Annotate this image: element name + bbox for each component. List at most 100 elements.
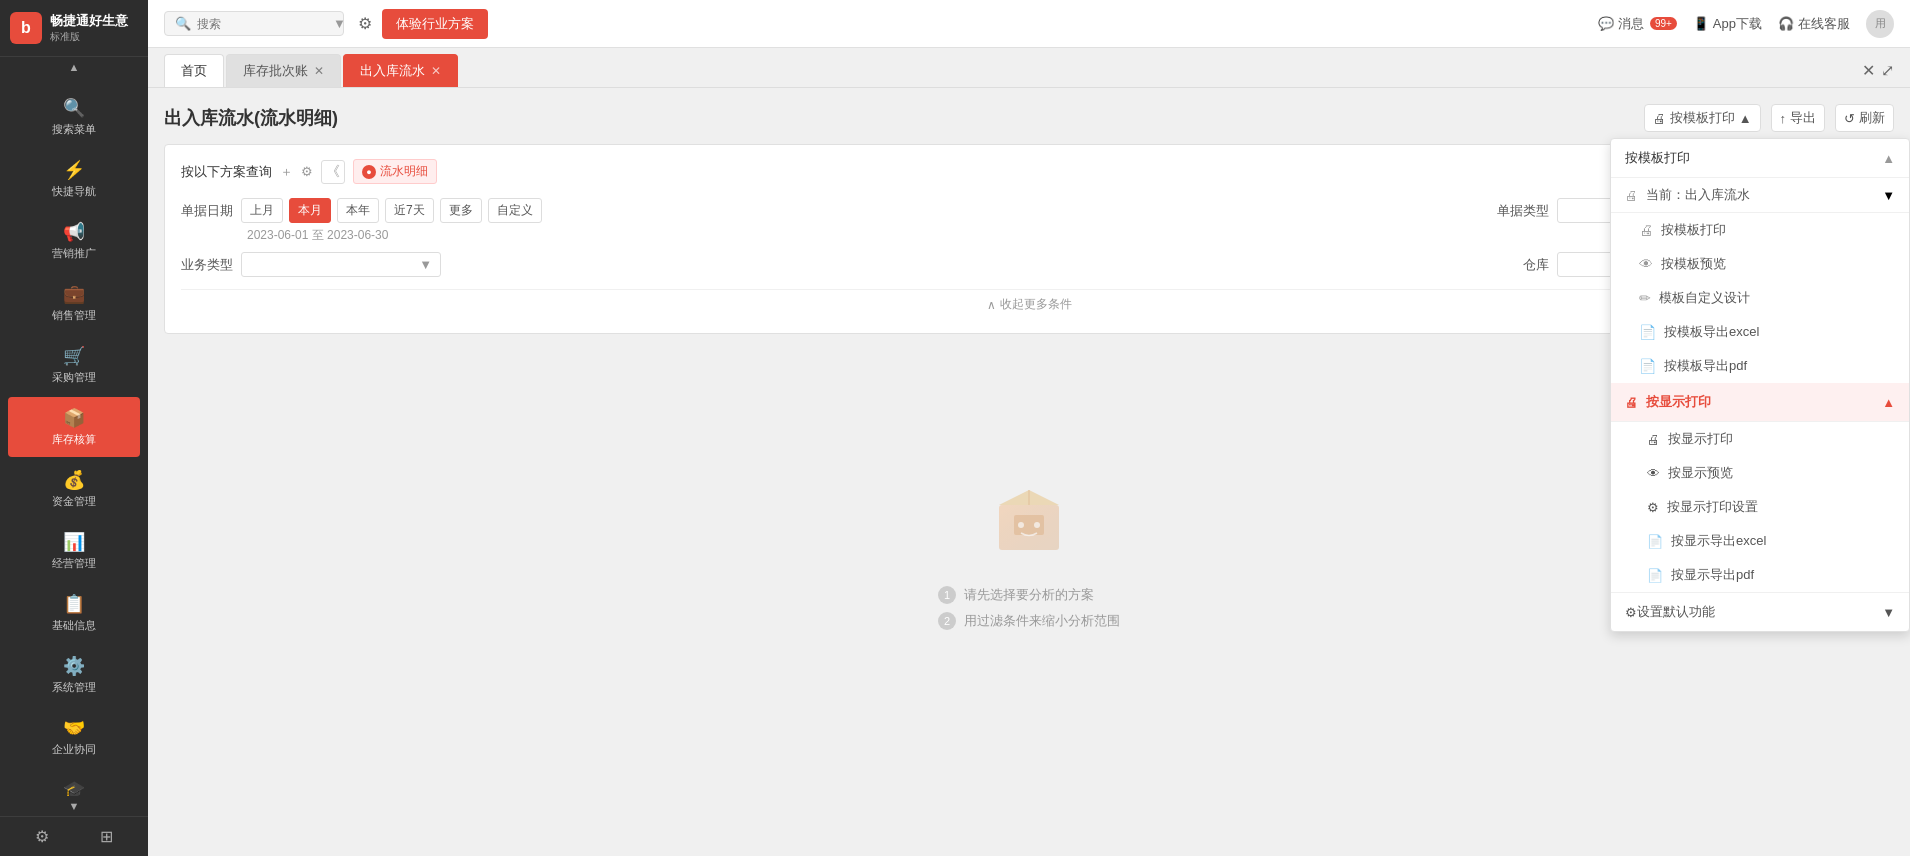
- sidebar-nav: 🔍 搜索菜单 ⚡ 快捷导航 📢 营销推广 💼 销售管理 🛒 采购管理 📦 库存核…: [0, 77, 148, 796]
- hint-num-1: 1: [938, 586, 956, 604]
- close-window-btn[interactable]: ✕: [1862, 61, 1875, 80]
- export-icon: ↑: [1780, 111, 1787, 126]
- brand-name: 畅捷通好生意: [50, 12, 128, 30]
- app-download-btn[interactable]: 📱 App下载: [1693, 15, 1762, 33]
- close-tab-inventory[interactable]: ✕: [314, 64, 324, 78]
- dropdown-arrow-icon: ▼: [333, 16, 346, 31]
- date-btn-thisyear[interactable]: 本年: [337, 198, 379, 223]
- printer-icon: 🖨: [1653, 111, 1666, 126]
- date-btn-7days[interactable]: 近7天: [385, 198, 434, 223]
- tmpl-print-icon: 🖨: [1639, 222, 1653, 238]
- dropdown-template-preview[interactable]: 👁 按模板预览: [1611, 247, 1909, 281]
- sidebar-item-finance[interactable]: 💰 资金管理: [8, 459, 140, 519]
- sidebar-item-guide[interactable]: 🎓 新手引导: [8, 769, 140, 796]
- system-icon: ⚙️: [63, 655, 85, 677]
- date-btn-more[interactable]: 更多: [440, 198, 482, 223]
- search-icon: 🔍: [175, 16, 191, 31]
- purchase-icon: 🛒: [63, 345, 85, 367]
- dropdown-template-excel[interactable]: 📄 按模板导出excel: [1611, 315, 1909, 349]
- date-field: 单据日期 上月 本月 本年 近7天 更多 自定义: [181, 198, 542, 223]
- tab-inout-flow[interactable]: 出入库流水 ✕: [343, 54, 458, 87]
- dropdown-display-section[interactable]: 🖨 按显示打印 ▲: [1611, 383, 1909, 422]
- sidebar-item-operations[interactable]: 📊 经营管理: [8, 521, 140, 581]
- industry-btn[interactable]: 体验行业方案: [382, 9, 488, 39]
- sidebar-item-basic[interactable]: 📋 基础信息: [8, 583, 140, 643]
- scroll-down-arrow[interactable]: ▼: [0, 796, 148, 816]
- dropdown-template-pdf[interactable]: 📄 按模板导出pdf: [1611, 349, 1909, 383]
- topbar-right: 💬 消息 99+ 📱 App下载 🎧 在线客服 用: [1598, 10, 1894, 38]
- maximize-btn[interactable]: ⤢: [1881, 61, 1894, 80]
- tab-inventory-batch[interactable]: 库存批次账 ✕: [226, 54, 341, 87]
- dropdown-display-excel[interactable]: 📄 按显示导出excel: [1611, 524, 1909, 558]
- dropdown-close-icon[interactable]: ▲: [1882, 151, 1895, 166]
- page-content: 出入库流水(流水明细) 🖨 按模板打印 ▲ ↑ 导出 ↺ 刷新: [148, 88, 1910, 856]
- biztype-select[interactable]: ▼: [241, 252, 441, 277]
- tmpl-design-icon: ✏: [1639, 290, 1651, 306]
- dropdown-footer[interactable]: ⚙ 设置默认功能 ▼: [1611, 592, 1909, 631]
- dropdown-display-preview[interactable]: 👁 按显示预览: [1611, 456, 1909, 490]
- date-options: 上月 本月 本年 近7天 更多 自定义: [241, 198, 542, 223]
- toggle-bottom-icon[interactable]: ⊞: [100, 827, 113, 846]
- collab-icon: 🤝: [63, 717, 85, 739]
- gear-icon[interactable]: ⚙: [358, 14, 372, 33]
- refresh-btn[interactable]: ↺ 刷新: [1835, 104, 1894, 132]
- phone-icon: 📱: [1693, 16, 1709, 31]
- search-panel-label: 按以下方案查询: [181, 163, 272, 181]
- tmpl-excel-icon: 📄: [1639, 324, 1656, 340]
- disp-print-icon: 🖨: [1647, 432, 1660, 447]
- dropdown-display-print[interactable]: 🖨 按显示打印: [1611, 422, 1909, 456]
- date-label: 单据日期: [181, 202, 233, 220]
- empty-hint-1: 1 请先选择要分析的方案: [938, 586, 1120, 604]
- user-avatar[interactable]: 用: [1866, 10, 1894, 38]
- biztype-label: 业务类型: [181, 256, 233, 274]
- search-nav-icon: 🔍: [63, 97, 85, 119]
- settings-bottom-icon[interactable]: ⚙: [35, 827, 49, 846]
- dropdown-template-print[interactable]: 🖨 按模板打印: [1611, 213, 1909, 247]
- date-btn-custom[interactable]: 自定义: [488, 198, 542, 223]
- sidebar-item-sales[interactable]: 💼 销售管理: [8, 273, 140, 333]
- scroll-up-arrow[interactable]: ▲: [0, 57, 148, 77]
- search-input[interactable]: [197, 17, 327, 31]
- collapse-panel-btn[interactable]: 《: [321, 160, 345, 184]
- sidebar-item-collab[interactable]: 🤝 企业协同: [8, 707, 140, 767]
- sidebar-item-search[interactable]: 🔍 搜索菜单: [8, 87, 140, 147]
- add-condition-btn[interactable]: ＋: [280, 163, 293, 181]
- sidebar-item-marketing[interactable]: 📢 营销推广: [8, 211, 140, 271]
- search-box[interactable]: 🔍 ▼: [164, 11, 344, 36]
- dropdown-display-settings[interactable]: ⚙ 按显示打印设置: [1611, 490, 1909, 524]
- tab-home[interactable]: 首页: [164, 54, 224, 87]
- template-print-btn[interactable]: 🖨 按模板打印 ▲: [1644, 104, 1761, 132]
- dropdown-current-item[interactable]: 🖨 当前：出入库流水 ▼: [1611, 178, 1909, 213]
- tabs-bar: 首页 库存批次账 ✕ 出入库流水 ✕ ✕ ⤢: [148, 48, 1910, 88]
- tmpl-pdf-icon: 📄: [1639, 358, 1656, 374]
- filter-tag-flowdetail[interactable]: ● 流水明细: [353, 159, 437, 184]
- guide-icon: 🎓: [63, 779, 85, 796]
- date-btn-thismonth[interactable]: 本月: [289, 198, 331, 223]
- export-btn[interactable]: ↑ 导出: [1771, 104, 1826, 132]
- dropdown-display-pdf[interactable]: 📄 按显示导出pdf: [1611, 558, 1909, 592]
- empty-hints: 1 请先选择要分析的方案 2 用过滤条件来缩小分析范围: [938, 586, 1120, 630]
- biztype-arrow-icon: ▼: [419, 257, 432, 272]
- settings-condition-btn[interactable]: ⚙: [301, 164, 313, 179]
- basic-icon: 📋: [63, 593, 85, 615]
- online-service-btn[interactable]: 🎧 在线客服: [1778, 15, 1850, 33]
- sidebar-item-system[interactable]: ⚙️ 系统管理: [8, 645, 140, 705]
- close-tab-flow[interactable]: ✕: [431, 64, 441, 78]
- disp-preview-icon: 👁: [1647, 466, 1660, 481]
- topbar: 🔍 ▼ ⚙ 体验行业方案 💬 消息 99+ 📱 App下载 🎧 在线客服 用: [148, 0, 1910, 48]
- edition-label: 标准版: [50, 30, 128, 44]
- dropdown-template-design[interactable]: ✏ 模板自定义设计: [1611, 281, 1909, 315]
- sidebar-item-quicknav[interactable]: ⚡ 快捷导航: [8, 149, 140, 209]
- svg-point-5: [1034, 522, 1040, 528]
- sidebar-item-purchase[interactable]: 🛒 采购管理: [8, 335, 140, 395]
- message-btn[interactable]: 💬 消息 99+: [1598, 15, 1677, 33]
- sidebar: b 畅捷通好生意 标准版 ▲ 🔍 搜索菜单 ⚡ 快捷导航 📢 营销推广 💼 销售…: [0, 0, 148, 856]
- operations-icon: 📊: [63, 531, 85, 553]
- marketing-icon: 📢: [63, 221, 85, 243]
- quicknav-icon: ⚡: [63, 159, 85, 181]
- date-btn-lastmonth[interactable]: 上月: [241, 198, 283, 223]
- sidebar-item-inventory[interactable]: 📦 库存核算: [8, 397, 140, 457]
- disp-excel-icon: 📄: [1647, 534, 1663, 549]
- empty-hint-2: 2 用过滤条件来缩小分析范围: [938, 612, 1120, 630]
- tmpl-preview-icon: 👁: [1639, 256, 1653, 272]
